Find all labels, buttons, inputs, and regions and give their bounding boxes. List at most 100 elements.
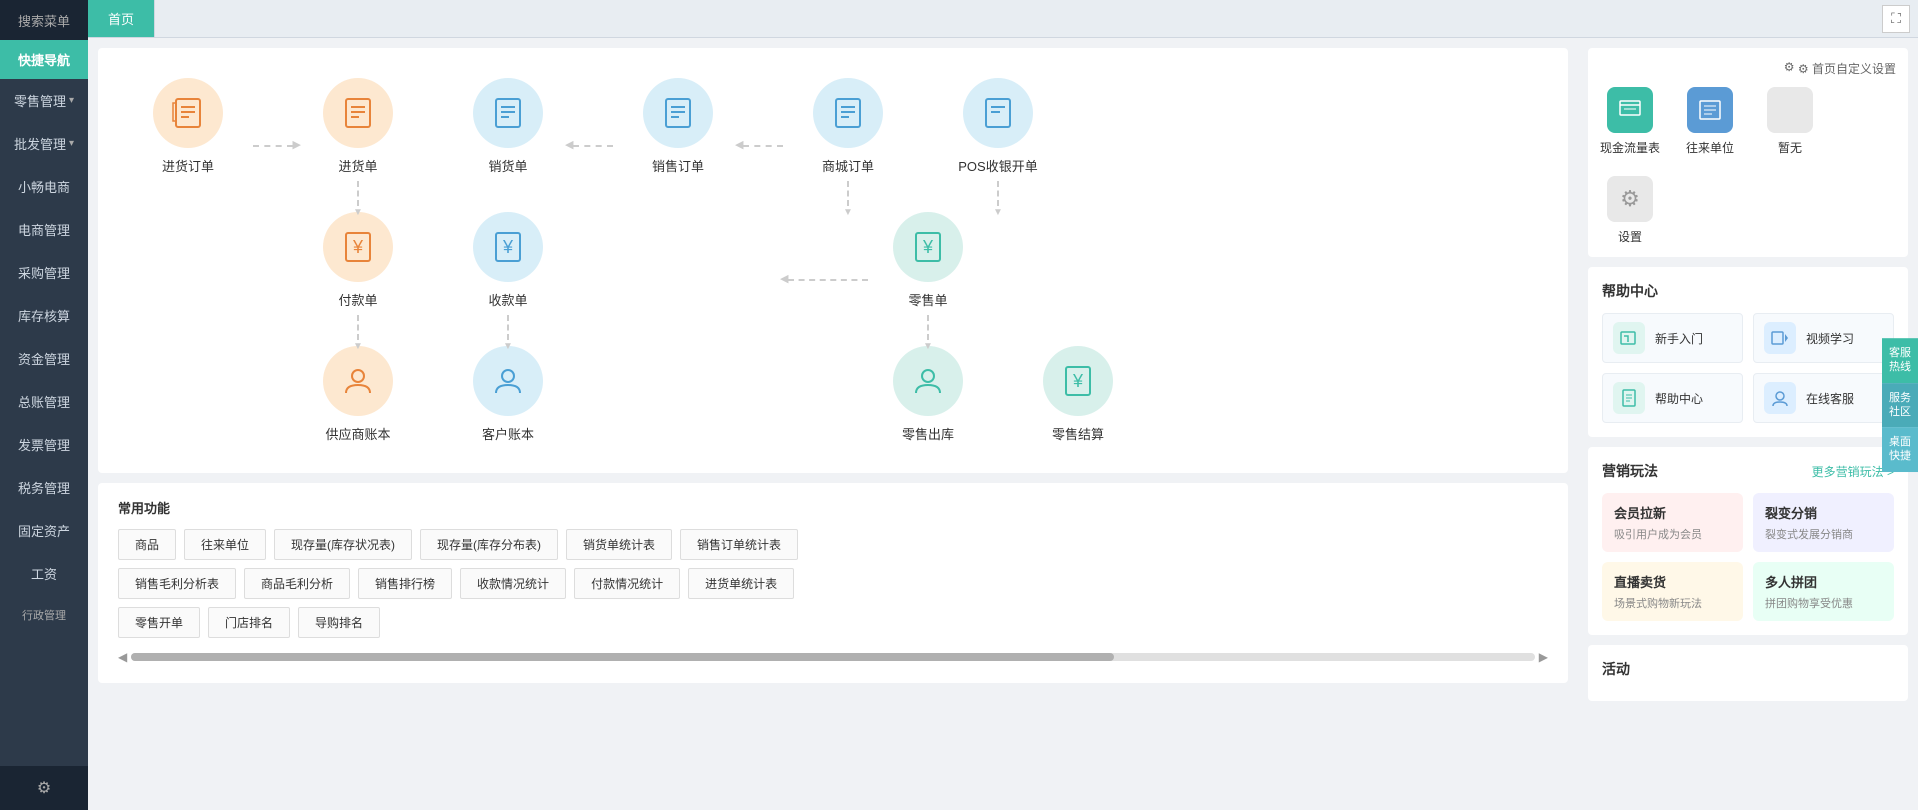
svg-text:¥: ¥: [502, 237, 514, 257]
scroll-right-btn[interactable]: ▶: [1539, 650, 1548, 664]
btn-sale-stat[interactable]: 销货单统计表: [566, 529, 672, 560]
member-title: 会员拉新: [1614, 503, 1731, 522]
fission-desc: 裂变式发展分销商: [1765, 526, 1882, 542]
marketing-item-group[interactable]: 多人拼团 拼团购物享受优惠: [1753, 562, 1894, 621]
flow-node-retail-out[interactable]: 零售出库: [868, 346, 988, 443]
gear-icon: ⚙: [1784, 60, 1795, 77]
float-btn-service[interactable]: 客服热线: [1882, 338, 1918, 383]
activity-section: 活动: [1588, 645, 1908, 701]
fullscreen-icon: ⛶: [1891, 10, 1901, 27]
sidebar-item-label: 固定资产: [18, 521, 70, 540]
retail-out-label: 零售出库: [902, 424, 954, 443]
btn-sale-order-stat[interactable]: 销售订单统计表: [680, 529, 798, 560]
sidebar-item-invoice[interactable]: 发票管理: [0, 423, 88, 466]
help-item-video[interactable]: 视频学习: [1753, 313, 1894, 363]
live-desc: 场景式购物新玩法: [1614, 595, 1731, 611]
sidebar-settings-button[interactable]: ⚙: [0, 766, 88, 810]
purchase-order-label: 进货订单: [162, 156, 214, 175]
flow-node-purchase[interactable]: 进货单: [298, 78, 418, 175]
sidebar-item-wholesale[interactable]: 批发管理 ▾: [0, 122, 88, 165]
sidebar-item-ecommerce[interactable]: 小畅电商: [0, 165, 88, 208]
sidebar-item-label: 库存核算: [18, 306, 70, 325]
sidebar-item-ledger[interactable]: 总账管理: [0, 380, 88, 423]
flow-node-pos[interactable]: POS收银开单: [938, 78, 1058, 175]
btn-stock-status[interactable]: 现存量(库存状况表): [274, 529, 412, 560]
btn-contacts[interactable]: 往来单位: [184, 529, 266, 560]
service-icon: [1764, 382, 1796, 414]
supplier-icon: [323, 346, 393, 416]
help-item-service[interactable]: 在线客服: [1753, 373, 1894, 423]
float-btn-community[interactable]: 服务社区: [1882, 383, 1918, 428]
btn-retail-order[interactable]: 零售开单: [118, 607, 200, 638]
help-grid: 新手入门 视频学习 帮助中心: [1602, 313, 1894, 423]
svg-text:¥: ¥: [922, 237, 934, 257]
sidebar-item-label: 税务管理: [18, 478, 70, 497]
quick-icon-cashflow[interactable]: 现金流量表: [1600, 87, 1660, 156]
sidebar-item-label: 发票管理: [18, 435, 70, 454]
sidebar-item-assets[interactable]: 固定资产: [0, 509, 88, 552]
btn-sale-rank[interactable]: 销售排行榜: [358, 568, 452, 599]
sidebar-item-tax[interactable]: 税务管理: [0, 466, 88, 509]
sidebar-item-finance[interactable]: 资金管理: [0, 337, 88, 380]
marketing-item-fission[interactable]: 裂变分销 裂变式发展分销商: [1753, 493, 1894, 552]
common-functions-title: 常用功能: [118, 498, 1548, 517]
btn-payment-stat[interactable]: 付款情况统计: [574, 568, 680, 599]
sidebar-item-more[interactable]: 行政管理: [0, 595, 88, 635]
flow-node-sale-order[interactable]: 销售订单: [618, 78, 738, 175]
flow-node-sale[interactable]: 销货单: [448, 78, 568, 175]
marketing-item-live[interactable]: 直播卖货 场景式购物新玩法: [1602, 562, 1743, 621]
flow-node-supplier[interactable]: 供应商账本: [298, 346, 418, 443]
marketing-item-member[interactable]: 会员拉新 吸引用户成为会员: [1602, 493, 1743, 552]
sidebar-item-ecom-mgmt[interactable]: 电商管理: [0, 208, 88, 251]
btn-stock-dist[interactable]: 现存量(库存分布表): [420, 529, 558, 560]
member-desc: 吸引用户成为会员: [1614, 526, 1731, 542]
live-title: 直播卖货: [1614, 572, 1731, 591]
common-buttons-row1: 商品 往来单位 现存量(库存状况表) 现存量(库存分布表) 销货单统计表 销售订…: [118, 529, 1548, 560]
flow-node-mall-order[interactable]: 商城订单: [788, 78, 908, 175]
pos-label: POS收银开单: [958, 156, 1037, 175]
sidebar-item-label: 采购管理: [18, 263, 70, 282]
sidebar-item-retail[interactable]: 零售管理 ▾: [0, 79, 88, 122]
sidebar-search[interactable]: 搜索菜单: [0, 0, 88, 40]
btn-guide-rank[interactable]: 导购排名: [298, 607, 380, 638]
btn-receipt-stat[interactable]: 收款情况统计: [460, 568, 566, 599]
content-area: 进货订单 ▶ 进货单: [88, 38, 1918, 810]
marketing-title: 营销玩法: [1602, 461, 1658, 481]
btn-goods-profit[interactable]: 商品毛利分析: [244, 568, 350, 599]
sidebar-item-purchase[interactable]: 采购管理: [0, 251, 88, 294]
homepage-settings-link[interactable]: ⚙ ⚙ 首页自定义设置: [1600, 60, 1896, 77]
float-btn-desktop[interactable]: 桌面快捷: [1882, 427, 1918, 472]
flow-card: 进货订单 ▶ 进货单: [98, 48, 1568, 473]
purchase-order-icon: [153, 78, 223, 148]
sidebar-item-label: 行政管理: [22, 607, 66, 623]
tab-home[interactable]: 首页: [88, 0, 155, 37]
btn-store-rank[interactable]: 门店排名: [208, 607, 290, 638]
btn-sale-profit[interactable]: 销售毛利分析表: [118, 568, 236, 599]
flow-node-customer[interactable]: 客户账本: [448, 346, 568, 443]
flow-node-retail-settle[interactable]: ¥ 零售结算: [1018, 346, 1138, 443]
sidebar-item-payroll[interactable]: 工资: [0, 552, 88, 595]
flow-node-retail[interactable]: ¥ 零售单: [868, 212, 988, 309]
btn-goods[interactable]: 商品: [118, 529, 176, 560]
flow-node-receipt[interactable]: ¥ 收款单: [448, 212, 568, 309]
help-doc-icon: [1613, 382, 1645, 414]
sidebar-nav-label[interactable]: 快捷导航: [0, 40, 88, 79]
btn-purchase-stat[interactable]: 进货单统计表: [688, 568, 794, 599]
help-title: 帮助中心: [1602, 281, 1894, 301]
scroll-bar: ◀ ▶: [118, 646, 1548, 668]
help-item-help[interactable]: 帮助中心: [1602, 373, 1743, 423]
svg-text:¥: ¥: [1072, 371, 1084, 391]
flow-node-purchase-order[interactable]: 进货订单: [128, 78, 248, 175]
quick-icon-contacts[interactable]: 往来单位: [1680, 87, 1740, 156]
sidebar-item-inventory[interactable]: 库存核算: [0, 294, 88, 337]
quick-icon-settings[interactable]: ⚙ 设置: [1600, 176, 1660, 245]
scroll-left-btn[interactable]: ◀: [118, 650, 127, 664]
help-item-beginner[interactable]: 新手入门: [1602, 313, 1743, 363]
fullscreen-button[interactable]: ⛶: [1882, 5, 1910, 33]
scroll-track[interactable]: [131, 653, 1535, 661]
purchase-icon: [323, 78, 393, 148]
sale-order-label: 销售订单: [652, 156, 704, 175]
sidebar-item-label: 工资: [31, 564, 57, 583]
quick-icon-none[interactable]: 暂无: [1760, 87, 1820, 156]
flow-node-payment[interactable]: ¥ 付款单: [298, 212, 418, 309]
